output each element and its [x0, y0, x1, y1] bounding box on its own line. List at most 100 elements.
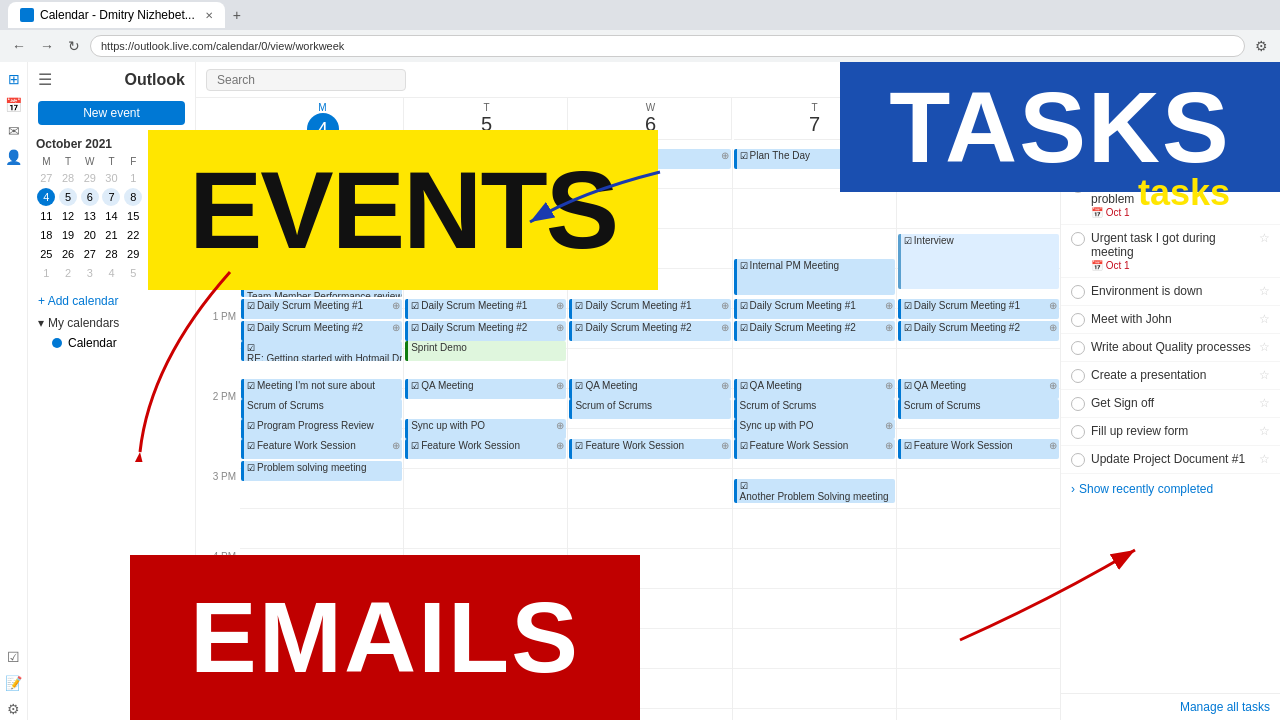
- event-interview-tue[interactable]: ☑Interview: [405, 234, 566, 289]
- event-settings-fri3-icon[interactable]: ⊕: [1049, 322, 1057, 333]
- event-daily-scrum2-fri[interactable]: ☑Daily Scrum Meeting #2⊕: [898, 321, 1059, 341]
- event-feature-work-wed[interactable]: ☑Feature Work Session⊕: [569, 439, 730, 459]
- task-item-6[interactable]: Create a presentation ☆: [1061, 362, 1280, 390]
- address-bar[interactable]: [90, 35, 1245, 57]
- event-settings-tue6-icon[interactable]: ⊕: [556, 440, 564, 451]
- event-internal-pm-thu[interactable]: ☑Internal PM Meeting: [734, 259, 895, 295]
- mini-cal-day-7b[interactable]: 7: [168, 264, 186, 282]
- event-settings-tue-icon[interactable]: ⊕: [556, 150, 564, 161]
- event-feature-work-thu[interactable]: ☑Feature Work Session⊕: [734, 439, 895, 459]
- mini-cal-day-3b[interactable]: 3: [81, 264, 99, 282]
- task-item-7[interactable]: Get Sign off ☆: [1061, 390, 1280, 418]
- event-qa-meeting-thu[interactable]: ☑QA Meeting⊕: [734, 379, 895, 399]
- nav-icon-people[interactable]: 👤: [3, 146, 25, 168]
- mini-cal-day-25[interactable]: 25: [37, 245, 55, 263]
- mini-cal-day-4[interactable]: 4: [37, 188, 55, 206]
- nav-icon-grid[interactable]: ⊞: [3, 68, 25, 90]
- event-settings-icon[interactable]: ⊕: [392, 150, 400, 161]
- event-settings-thu4-icon[interactable]: ⊕: [885, 380, 893, 391]
- event-create-presentation-mon[interactable]: ☑Create a presentation: [241, 171, 402, 193]
- mini-cal-day-28b[interactable]: 28: [102, 245, 120, 263]
- event-plan-the-day-wed[interactable]: ☑Plan The Day⊕: [569, 149, 730, 169]
- nav-icon-notes[interactable]: 📝: [3, 672, 25, 694]
- event-sync-po-thu[interactable]: Sync up with PO⊕: [734, 419, 895, 439]
- event-plan-the-day-fri[interactable]: ☑Plan The Day⊕: [898, 149, 1059, 169]
- event-settings2-icon[interactable]: ⊕: [392, 300, 400, 311]
- event-settings-fri2-icon[interactable]: ⊕: [1049, 300, 1057, 311]
- mini-cal-day-6b[interactable]: 6: [146, 264, 164, 282]
- event-daily-scrum1-thu[interactable]: ☑Daily Scrum Meeting #1⊕: [734, 299, 895, 319]
- task-checkbox-6[interactable]: [1071, 369, 1085, 383]
- task-item-8[interactable]: Fill up review form ☆: [1061, 418, 1280, 446]
- event-program-progress-mon[interactable]: ☑Program Progress Review: [241, 419, 402, 439]
- task-star-0[interactable]: ☆: [1259, 125, 1270, 139]
- task-item-2[interactable]: Urgent task I got during meeting 📅 Oct 1…: [1061, 225, 1280, 278]
- mini-cal-day-23[interactable]: 23: [146, 226, 164, 244]
- mini-cal-day-29b[interactable]: 29: [124, 245, 142, 263]
- mini-cal-day-6[interactable]: 6: [81, 188, 99, 206]
- mini-cal-day-8[interactable]: 8: [124, 188, 142, 206]
- mini-cal-day-30a[interactable]: 30: [102, 169, 120, 187]
- event-settings-wed3-icon[interactable]: ⊕: [721, 322, 729, 333]
- refresh-button[interactable]: ↻: [64, 36, 84, 56]
- add-calendar-button[interactable]: + Add calendar: [38, 290, 185, 312]
- extensions-icon[interactable]: ⚙: [1251, 36, 1272, 56]
- mini-cal-day-21[interactable]: 21: [102, 226, 120, 244]
- event-settings-tue2-icon[interactable]: ⊕: [556, 300, 564, 311]
- task-star-9[interactable]: ☆: [1259, 452, 1270, 466]
- event-feature-work-mon[interactable]: ☑Feature Work Session⊕: [241, 439, 402, 459]
- task-star-5[interactable]: ☆: [1259, 340, 1270, 354]
- task-item-1[interactable]: Team member found a problem 📅 Oct 1 ☆: [1061, 172, 1280, 225]
- mini-cal-day-30b[interactable]: 30: [146, 245, 164, 263]
- event-plan-the-day-tue[interactable]: ☑Plan The Day⊕: [405, 149, 566, 169]
- event-daily-scrum1-mon[interactable]: ☑Daily Scrum Meeting #1⊕: [241, 299, 402, 319]
- event-qa-meeting-fri[interactable]: ☑QA Meeting⊕: [898, 379, 1059, 399]
- mini-cal-day-2b[interactable]: 2: [59, 264, 77, 282]
- event-settings-wed-icon[interactable]: ⊕: [721, 150, 729, 161]
- task-checkbox-3[interactable]: [1071, 285, 1085, 299]
- task-star-8[interactable]: ☆: [1259, 424, 1270, 438]
- mini-cal-day-18[interactable]: 18: [37, 226, 55, 244]
- nav-icon-mail[interactable]: ✉: [3, 120, 25, 142]
- task-item-4[interactable]: Meet with John ☆: [1061, 306, 1280, 334]
- event-team-member-problem-mon[interactable]: ☑Team member found a problem: [241, 259, 402, 277]
- mini-cal-day-27b[interactable]: 27: [81, 245, 99, 263]
- add-task-button[interactable]: + Add a task: [1061, 97, 1280, 119]
- event-scrum-of-scrums-thu[interactable]: Scrum of Scrums: [734, 399, 895, 419]
- task-star-3[interactable]: ☆: [1259, 284, 1270, 298]
- task-star-4[interactable]: ☆: [1259, 312, 1270, 326]
- mini-cal-day-27a[interactable]: 27: [37, 169, 55, 187]
- task-checkbox-4[interactable]: [1071, 313, 1085, 327]
- event-settings4-icon[interactable]: ⊕: [392, 440, 400, 451]
- event-scrum-of-scrums-wed[interactable]: Scrum of Scrums: [569, 399, 730, 419]
- event-settings-tue3-icon[interactable]: ⊕: [556, 322, 564, 333]
- event-settings3-icon[interactable]: ⊕: [392, 322, 400, 333]
- mini-cal-day-12[interactable]: 12: [59, 207, 77, 225]
- task-star-2[interactable]: ☆: [1259, 231, 1270, 245]
- mini-cal-day-28a[interactable]: 28: [59, 169, 77, 187]
- mini-cal-day-11[interactable]: 11: [37, 207, 55, 225]
- task-star-1[interactable]: ☆: [1259, 178, 1270, 192]
- event-plan-the-day-thu[interactable]: ☑Plan The Day⊕: [734, 149, 895, 169]
- mini-cal-day-24[interactable]: 24: [168, 226, 186, 244]
- event-settings-wed4-icon[interactable]: ⊕: [721, 380, 729, 391]
- mini-cal-day-15[interactable]: 15: [124, 207, 142, 225]
- event-settings-thu5-icon[interactable]: ⊕: [885, 420, 893, 431]
- mini-cal-day-16[interactable]: 16: [146, 207, 164, 225]
- mini-cal-day-9[interactable]: 9: [146, 188, 164, 206]
- browser-tab-active[interactable]: Calendar - Dmitry Nizhebet... ✕: [8, 2, 225, 28]
- event-daily-scrum2-wed[interactable]: ☑Daily Scrum Meeting #2⊕: [569, 321, 730, 341]
- mini-cal-day-20[interactable]: 20: [81, 226, 99, 244]
- event-scrum-of-scrums-mon[interactable]: Scrum of Scrums: [241, 399, 402, 419]
- mini-cal-day-17[interactable]: 17: [168, 207, 186, 225]
- tab-close-icon[interactable]: ✕: [205, 10, 213, 21]
- event-settings-thu-icon[interactable]: ⊕: [885, 150, 893, 161]
- event-settings-thu3-icon[interactable]: ⊕: [885, 322, 893, 333]
- mini-cal-day-22[interactable]: 22: [124, 226, 142, 244]
- event-settings-thu2-icon[interactable]: ⊕: [885, 300, 893, 311]
- event-settings-tue4-icon[interactable]: ⊕: [556, 380, 564, 391]
- event-meeting-notsure-mon[interactable]: ☑Meeting I'm not sure about: [241, 379, 402, 399]
- calendar-item[interactable]: Calendar: [38, 334, 185, 352]
- task-item-9[interactable]: Update Project Document #1 ☆: [1061, 446, 1280, 474]
- new-tab-icon[interactable]: +: [225, 3, 249, 27]
